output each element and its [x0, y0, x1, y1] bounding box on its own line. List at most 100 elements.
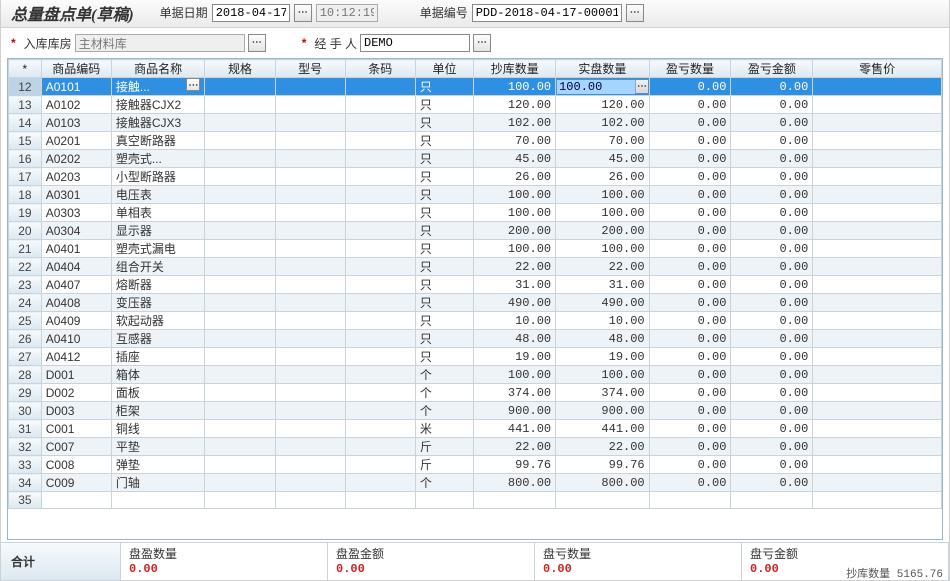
cell-spec[interactable]: [205, 96, 275, 114]
cell-diff-qty[interactable]: 0.00: [649, 384, 731, 402]
cell-name[interactable]: 显示器: [111, 222, 205, 240]
row-number[interactable]: 35: [9, 492, 42, 509]
cell-retail[interactable]: [813, 492, 942, 509]
cell-barcode[interactable]: [345, 204, 415, 222]
cell-barcode[interactable]: [345, 186, 415, 204]
cell-actual-qty[interactable]: 100.00: [556, 204, 650, 222]
cell-diff-qty[interactable]: 0.00: [649, 366, 731, 384]
cell-book-qty[interactable]: 48.00: [474, 330, 556, 348]
cell-retail[interactable]: [813, 222, 942, 240]
cell-diff-qty[interactable]: 0.00: [649, 204, 731, 222]
cell-book-qty[interactable]: 120.00: [474, 96, 556, 114]
cell-unit[interactable]: 米: [415, 420, 473, 438]
cell-model[interactable]: [275, 150, 345, 168]
row-number[interactable]: 21: [9, 240, 42, 258]
cell-name[interactable]: 真空断路器: [111, 132, 205, 150]
cell-code[interactable]: C007: [41, 438, 111, 456]
cell-code[interactable]: A0401: [41, 240, 111, 258]
cell-diff-qty[interactable]: 0.00: [649, 240, 731, 258]
cell-diff-qty[interactable]: 0.00: [649, 96, 731, 114]
cell-diff-qty[interactable]: 0.00: [649, 294, 731, 312]
table-row[interactable]: 22A0404组合开关只22.0022.000.000.00: [9, 258, 942, 276]
row-number[interactable]: 24: [9, 294, 42, 312]
cell-name[interactable]: 弹垫: [111, 456, 205, 474]
cell-retail[interactable]: [813, 186, 942, 204]
col-star[interactable]: *: [9, 60, 42, 78]
cell-barcode[interactable]: [345, 132, 415, 150]
cell-model[interactable]: [275, 240, 345, 258]
cell-spec[interactable]: [205, 384, 275, 402]
cell-book-qty[interactable]: 22.00: [474, 258, 556, 276]
row-number[interactable]: 25: [9, 312, 42, 330]
cell-barcode[interactable]: [345, 438, 415, 456]
cell-code[interactable]: A0101: [41, 78, 111, 96]
table-row[interactable]: 24A0408变压器只490.00490.000.000.00: [9, 294, 942, 312]
col-retail[interactable]: 零售价: [813, 60, 942, 78]
row-number[interactable]: 14: [9, 114, 42, 132]
cell-retail[interactable]: [813, 366, 942, 384]
table-row[interactable]: 32C007平垫斤22.0022.000.000.00: [9, 438, 942, 456]
cell-name[interactable]: 组合开关: [111, 258, 205, 276]
cell-barcode[interactable]: [345, 366, 415, 384]
col-code[interactable]: 商品编码: [41, 60, 111, 78]
cell-model[interactable]: [275, 258, 345, 276]
cell-actual-qty[interactable]: 900.00: [556, 402, 650, 420]
row-number[interactable]: 22: [9, 258, 42, 276]
cell-retail[interactable]: [813, 294, 942, 312]
table-row[interactable]: 21A0401塑壳式漏电只100.00100.000.000.00: [9, 240, 942, 258]
cell-code[interactable]: A0301: [41, 186, 111, 204]
cell-model[interactable]: [275, 276, 345, 294]
cell-name[interactable]: 接触...: [111, 78, 205, 96]
cell-diff-amt[interactable]: [731, 492, 813, 509]
cell-model[interactable]: [275, 402, 345, 420]
cell-spec[interactable]: [205, 456, 275, 474]
row-number[interactable]: 17: [9, 168, 42, 186]
row-number[interactable]: 13: [9, 96, 42, 114]
row-number[interactable]: 30: [9, 402, 42, 420]
cell-book-qty[interactable]: 99.76: [474, 456, 556, 474]
cell-code[interactable]: C001: [41, 420, 111, 438]
cell-retail[interactable]: [813, 258, 942, 276]
cell-diff-amt[interactable]: 0.00: [731, 276, 813, 294]
cell-diff-qty[interactable]: 0.00: [649, 312, 731, 330]
cell-diff-qty[interactable]: 0.00: [649, 402, 731, 420]
cell-unit[interactable]: 只: [415, 312, 473, 330]
cell-diff-amt[interactable]: 0.00: [731, 348, 813, 366]
docno-picker-button[interactable]: [626, 4, 644, 22]
cell-spec[interactable]: [205, 276, 275, 294]
row-number[interactable]: 34: [9, 474, 42, 492]
cell-actual-qty[interactable]: 800.00: [556, 474, 650, 492]
cell-barcode[interactable]: [345, 96, 415, 114]
cell-actual-qty[interactable]: 19.00: [556, 348, 650, 366]
cell-spec[interactable]: [205, 474, 275, 492]
cell-book-qty[interactable]: [474, 492, 556, 509]
table-row[interactable]: 20A0304显示器只200.00200.000.000.00: [9, 222, 942, 240]
cell-diff-qty[interactable]: 0.00: [649, 258, 731, 276]
cell-diff-qty[interactable]: 0.00: [649, 168, 731, 186]
cell-unit[interactable]: 只: [415, 294, 473, 312]
cell-diff-qty[interactable]: 0.00: [649, 222, 731, 240]
cell-actual-qty[interactable]: [556, 78, 650, 96]
col-unit[interactable]: 单位: [415, 60, 473, 78]
cell-unit[interactable]: 个: [415, 402, 473, 420]
cell-actual-qty[interactable]: 48.00: [556, 330, 650, 348]
cell-spec[interactable]: [205, 294, 275, 312]
cell-model[interactable]: [275, 384, 345, 402]
col-diff_qty[interactable]: 盈亏数量: [649, 60, 731, 78]
cell-barcode[interactable]: [345, 78, 415, 96]
cell-retail[interactable]: [813, 312, 942, 330]
cell-code[interactable]: A0410: [41, 330, 111, 348]
cell-spec[interactable]: [205, 222, 275, 240]
cell-code[interactable]: A0201: [41, 132, 111, 150]
col-diff_amt[interactable]: 盈亏金额: [731, 60, 813, 78]
cell-actual-qty[interactable]: 490.00: [556, 294, 650, 312]
cell-name[interactable]: 电压表: [111, 186, 205, 204]
cell-retail[interactable]: [813, 474, 942, 492]
cell-diff-amt[interactable]: 0.00: [731, 456, 813, 474]
cell-diff-amt[interactable]: 0.00: [731, 384, 813, 402]
cell-spec[interactable]: [205, 132, 275, 150]
cell-book-qty[interactable]: 490.00: [474, 294, 556, 312]
cell-book-qty[interactable]: 70.00: [474, 132, 556, 150]
cell-barcode[interactable]: [345, 294, 415, 312]
table-row[interactable]: 29D002面板个374.00374.000.000.00: [9, 384, 942, 402]
